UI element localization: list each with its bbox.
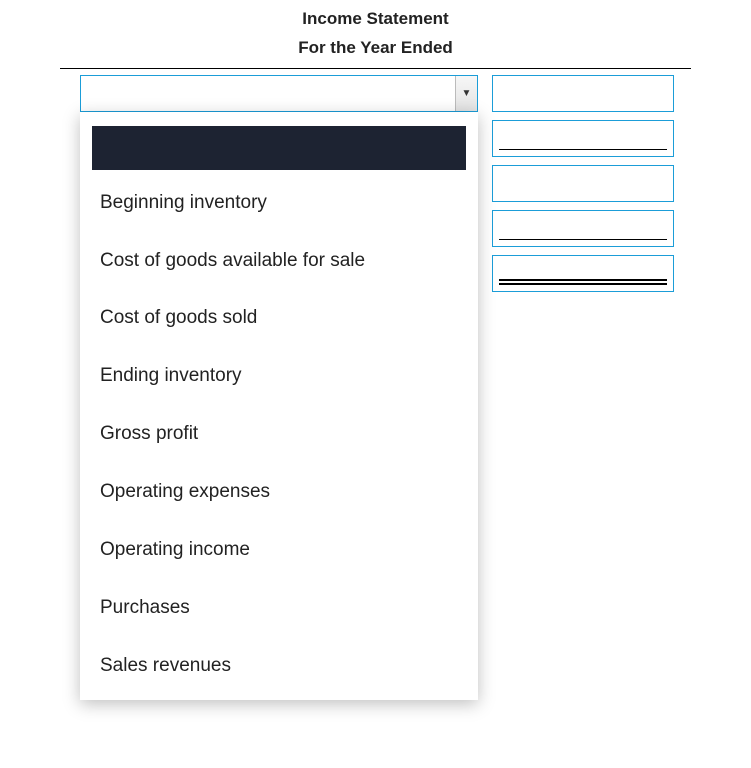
dropdown-handle[interactable]: ▼ xyxy=(455,76,477,111)
dropdown-option[interactable]: Cost of goods sold xyxy=(80,289,478,347)
total-rule xyxy=(499,279,667,285)
subtotal-rule xyxy=(499,239,667,240)
header-rule xyxy=(60,68,691,69)
dropdown-option[interactable]: Beginning inventory xyxy=(80,174,478,232)
dropdown-option[interactable]: Gross profit xyxy=(80,405,478,463)
amount-column xyxy=(492,75,674,300)
line-item-dropdown[interactable]: ▼ Beginning inventory Cost of goods avai… xyxy=(80,75,478,112)
dropdown-option[interactable]: Operating income xyxy=(80,521,478,579)
amount-input[interactable] xyxy=(492,255,674,292)
dropdown-option[interactable]: Purchases xyxy=(80,579,478,637)
dropdown-option[interactable]: Operating expenses xyxy=(80,463,478,521)
title-line1: Income Statement xyxy=(0,5,751,34)
dropdown-option-blank[interactable] xyxy=(92,126,466,170)
dropdown-box[interactable]: ▼ xyxy=(80,75,478,112)
dropdown-list: Beginning inventory Cost of goods availa… xyxy=(80,112,478,701)
dropdown-option[interactable]: Ending inventory xyxy=(80,347,478,405)
title-line2: For the Year Ended xyxy=(0,34,751,63)
amount-input[interactable] xyxy=(492,210,674,247)
amount-input[interactable] xyxy=(492,165,674,202)
subtotal-rule xyxy=(499,149,667,150)
chevron-down-icon: ▼ xyxy=(462,88,472,99)
header: Income Statement For the Year Ended xyxy=(0,0,751,63)
amount-input[interactable] xyxy=(492,75,674,112)
dropdown-option[interactable]: Cost of goods available for sale xyxy=(80,232,478,290)
dropdown-option[interactable]: Sales revenues xyxy=(80,637,478,695)
amount-input[interactable] xyxy=(492,120,674,157)
